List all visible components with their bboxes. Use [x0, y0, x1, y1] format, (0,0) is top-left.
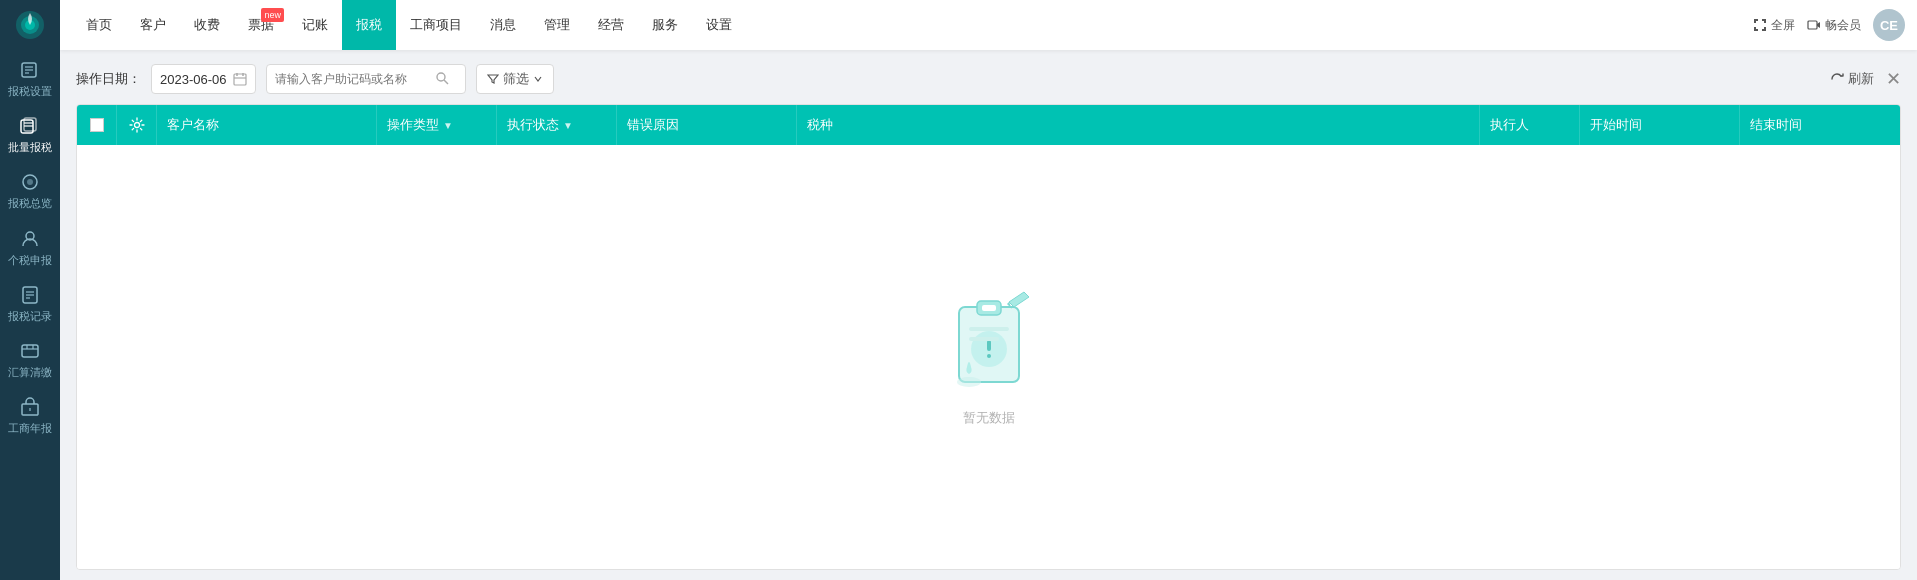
fullscreen-icon — [1753, 18, 1767, 32]
empty-illustration — [939, 287, 1039, 397]
geshuishenbao-icon — [18, 227, 42, 251]
th-settings[interactable] — [117, 105, 157, 145]
th-start-time: 开始时间 — [1580, 105, 1740, 145]
svg-rect-34 — [982, 305, 996, 311]
sidebar-item-baoshuizonglan[interactable]: 报税总览 — [0, 162, 60, 218]
filter-icon — [487, 73, 499, 85]
chevron-down-icon — [533, 74, 543, 84]
content-area: 操作日期： 2023-06-06 筛选 刷新 — [60, 50, 1917, 580]
th-exec-status[interactable]: 执行状态 ▼ — [497, 105, 617, 145]
piliangbaoshui-icon — [18, 114, 42, 138]
toolbar-right: 刷新 ✕ — [1830, 68, 1901, 90]
svg-point-40 — [957, 377, 981, 387]
th-customer: 客户名称 — [157, 105, 377, 145]
th-error-reason: 错误原因 — [617, 105, 797, 145]
gongshangnianba-icon — [18, 395, 42, 419]
th-checkbox[interactable] — [77, 105, 117, 145]
date-picker[interactable]: 2023-06-06 — [151, 64, 256, 94]
nav-item-xiaoxi[interactable]: 消息 — [476, 0, 530, 50]
svg-rect-38 — [969, 327, 1009, 331]
th-executor: 执行人 — [1480, 105, 1580, 145]
exec-status-filter-icon: ▼ — [563, 120, 573, 131]
nav-item-homepage[interactable]: 首页 — [72, 0, 126, 50]
new-badge: new — [261, 8, 284, 22]
sidebar-item-piliangbaoshui[interactable]: 批量报税 — [0, 106, 60, 162]
calendar-icon — [233, 72, 247, 86]
nav-items: 首页 客户 收费 票据 new 记账 报税 工商项目 消息 — [72, 0, 1753, 50]
sidebar: 报税设置 批量报税 报税总览 个税申报 报税记录 汇算清缴 工商 — [0, 0, 60, 580]
refresh-btn[interactable]: 刷新 — [1830, 70, 1874, 88]
th-end-time: 结束时间 — [1740, 105, 1900, 145]
vip-btn[interactable]: 畅会员 — [1807, 17, 1861, 34]
video-icon — [1807, 18, 1821, 32]
nav-item-gongshangxiangmu[interactable]: 工商项目 — [396, 0, 476, 50]
svg-line-30 — [444, 80, 448, 84]
nav-item-shoufei[interactable]: 收费 — [180, 0, 234, 50]
top-nav: 首页 客户 收费 票据 new 记账 报税 工商项目 消息 — [60, 0, 1917, 50]
svg-rect-37 — [987, 354, 991, 358]
table-body: 暂无数据 — [77, 145, 1900, 569]
avatar[interactable]: CE — [1873, 9, 1905, 41]
close-btn[interactable]: ✕ — [1886, 68, 1901, 90]
svg-rect-25 — [234, 74, 246, 85]
toolbar: 操作日期： 2023-06-06 筛选 刷新 — [60, 50, 1917, 104]
sidebar-item-gongshangnianba[interactable]: 工商年报 — [0, 387, 60, 443]
baoshuijilu-icon — [18, 283, 42, 307]
svg-point-29 — [437, 73, 445, 81]
th-op-type[interactable]: 操作类型 ▼ — [377, 105, 497, 145]
svg-rect-24 — [1808, 21, 1817, 29]
nav-item-guanli[interactable]: 管理 — [530, 0, 584, 50]
table-header: 客户名称 操作类型 ▼ 执行状态 ▼ 错误原因 税种 执行人 — [77, 105, 1900, 145]
nav-item-customers[interactable]: 客户 — [126, 0, 180, 50]
sidebar-item-baoshuijilu[interactable]: 报税记录 — [0, 275, 60, 331]
svg-point-12 — [27, 179, 33, 185]
nav-item-jingying[interactable]: 经营 — [584, 0, 638, 50]
table-wrap: 客户名称 操作类型 ▼ 执行状态 ▼ 错误原因 税种 执行人 — [76, 104, 1901, 570]
sidebar-item-baoshuishezhi[interactable]: 报税设置 — [0, 50, 60, 106]
settings-icon — [129, 117, 145, 133]
fullscreen-btn[interactable]: 全屏 — [1753, 17, 1795, 34]
empty-text: 暂无数据 — [963, 409, 1015, 427]
date-label: 操作日期： — [76, 70, 141, 88]
nav-item-piaoju[interactable]: 票据 new — [234, 0, 288, 50]
topnav-right: 全屏 畅会员 CE — [1753, 9, 1905, 41]
nav-item-jizhang[interactable]: 记账 — [288, 0, 342, 50]
sidebar-item-huisuanjiaona[interactable]: 汇算清缴 — [0, 331, 60, 387]
search-icon[interactable] — [435, 71, 449, 88]
header-checkbox[interactable] — [90, 118, 104, 132]
svg-point-31 — [134, 123, 139, 128]
svg-rect-18 — [22, 345, 38, 357]
main-area: 首页 客户 收费 票据 new 记账 报税 工商项目 消息 — [60, 0, 1917, 580]
empty-state: 暂无数据 — [909, 257, 1069, 457]
huisuanjiaona-icon — [18, 339, 42, 363]
search-input[interactable] — [275, 72, 435, 86]
th-tax-type: 税种 — [797, 105, 1480, 145]
svg-rect-36 — [987, 340, 991, 351]
filter-btn[interactable]: 筛选 — [476, 64, 554, 94]
nav-item-baoshui[interactable]: 报税 — [342, 0, 396, 50]
baoshuizonglan-icon — [18, 170, 42, 194]
nav-item-fuwu[interactable]: 服务 — [638, 0, 692, 50]
op-type-filter-icon: ▼ — [443, 120, 453, 131]
baoshuishezhi-icon — [18, 58, 42, 82]
app-logo[interactable] — [0, 0, 60, 50]
nav-item-shezhi[interactable]: 设置 — [692, 0, 746, 50]
svg-rect-39 — [969, 337, 999, 341]
refresh-icon — [1830, 72, 1844, 86]
sidebar-item-geshuishenbao[interactable]: 个税申报 — [0, 219, 60, 275]
search-box[interactable] — [266, 64, 466, 94]
